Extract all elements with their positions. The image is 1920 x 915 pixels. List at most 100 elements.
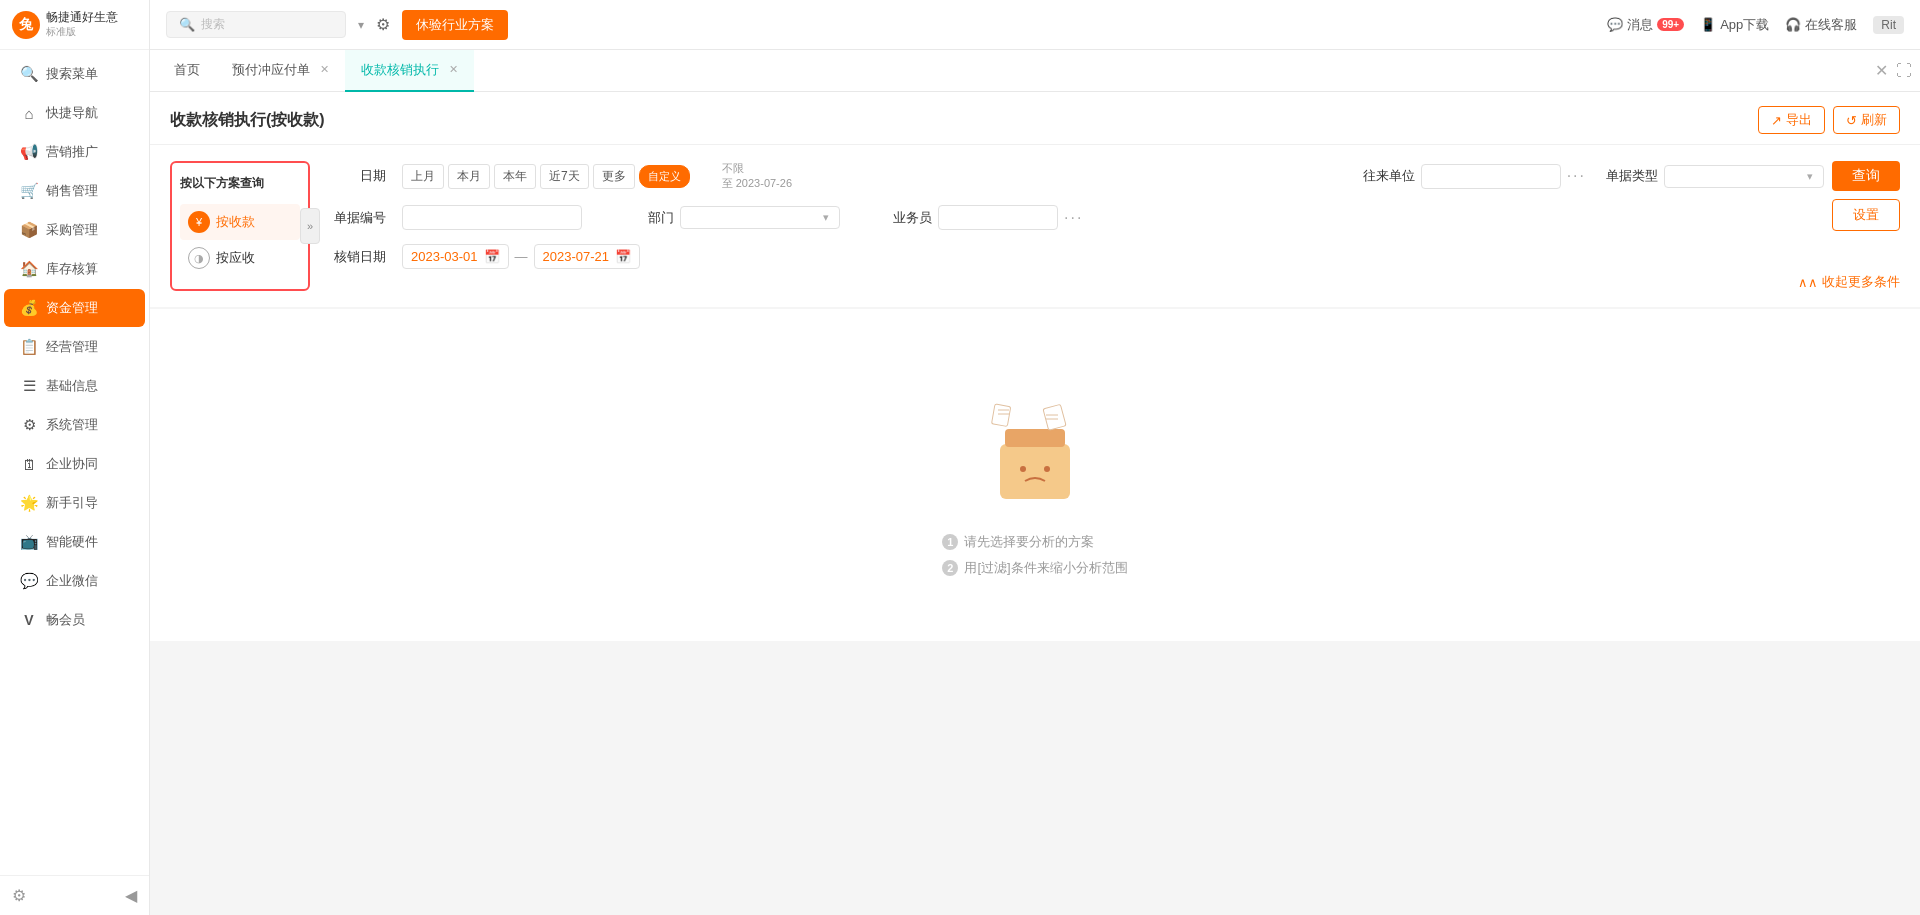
tab-prepay-label: 预付冲应付单 bbox=[232, 61, 310, 79]
collapse-more-button[interactable]: ∧∧ 收起更多条件 bbox=[1798, 273, 1900, 291]
sidebar-item-label: 企业协同 bbox=[46, 455, 98, 473]
sidebar-item-label: 系统管理 bbox=[46, 416, 98, 434]
empty-svg bbox=[975, 389, 1095, 509]
logo-icon: 兔 bbox=[12, 11, 40, 39]
topbar-search[interactable]: 🔍 搜索 bbox=[166, 11, 346, 38]
verify-date-end-value: 2023-07-21 bbox=[543, 249, 610, 264]
date-to-text: 至 2023-07-26 bbox=[722, 176, 792, 191]
main-area: 🔍 搜索 ▾ ⚙ 休验行业方案 💬 消息 99+ 📱 App下载 🎧 在线客服 … bbox=[150, 0, 1920, 915]
doc-type-label: 单据类型 bbox=[1598, 167, 1658, 185]
sidebar-item-system[interactable]: ⚙ 系统管理 bbox=[4, 406, 145, 444]
weixin-icon: 💬 bbox=[20, 572, 38, 590]
hint-2-text: 用[过滤]条件来缩小分析范围 bbox=[964, 555, 1127, 581]
more-date-btn[interactable]: 更多 bbox=[593, 164, 635, 189]
doc-no-label: 单据编号 bbox=[326, 209, 386, 227]
sidebar-item-quick-nav[interactable]: ⌂ 快捷导航 bbox=[4, 94, 145, 132]
topbar-gear-icon[interactable]: ⚙ bbox=[376, 15, 390, 34]
user-avatar[interactable]: Rit bbox=[1873, 16, 1904, 34]
sidebar-item-guide[interactable]: 🌟 新手引导 bbox=[4, 484, 145, 522]
sidebar-item-marketing[interactable]: 📢 营销推广 bbox=[4, 133, 145, 171]
logo-text-group: 畅捷通好生意 标准版 bbox=[46, 10, 118, 40]
date-label: 日期 bbox=[326, 167, 386, 185]
staff-ellipsis-icon[interactable]: ··· bbox=[1064, 209, 1083, 227]
tabs-bar: 首页 预付冲应付单 ✕ 收款核销执行 ✕ ✕ ⛶ bbox=[150, 50, 1920, 92]
last-month-btn[interactable]: 上月 bbox=[402, 164, 444, 189]
purchase-icon: 📦 bbox=[20, 221, 38, 239]
verify-date-start-value: 2023-03-01 bbox=[411, 249, 478, 264]
sidebar-item-finance[interactable]: 💰 资金管理 bbox=[4, 289, 145, 327]
tab-close-btn[interactable]: ✕ bbox=[1875, 61, 1888, 80]
sidebar-item-member[interactable]: V 畅会员 bbox=[4, 601, 145, 639]
sidebar-item-label: 快捷导航 bbox=[46, 104, 98, 122]
partner-ellipsis-icon[interactable]: ··· bbox=[1567, 167, 1586, 185]
by-receivable-label: 按应收 bbox=[216, 249, 255, 267]
tab-prepay[interactable]: 预付冲应付单 ✕ bbox=[216, 50, 345, 92]
svg-point-3 bbox=[1044, 466, 1050, 472]
dept-select[interactable]: ▾ bbox=[680, 206, 840, 229]
panel-collapse-btn[interactable]: » bbox=[300, 208, 320, 244]
collapse-sidebar-icon[interactable]: ◀ bbox=[125, 886, 137, 905]
tab-payment-verify-close-icon[interactable]: ✕ bbox=[449, 63, 458, 76]
export-button[interactable]: ↗ 导出 bbox=[1758, 106, 1825, 134]
tab-prepay-close-icon[interactable]: ✕ bbox=[320, 63, 329, 76]
sidebar-item-operations[interactable]: 📋 经营管理 bbox=[4, 328, 145, 366]
this-month-btn[interactable]: 本月 bbox=[448, 164, 490, 189]
date-separator: — bbox=[515, 249, 528, 264]
staff-input[interactable] bbox=[938, 205, 1058, 230]
sidebar-item-purchase[interactable]: 📦 采购管理 bbox=[4, 211, 145, 249]
query-button[interactable]: 查询 bbox=[1832, 161, 1900, 191]
filter-row-2: 单据编号 部门 ▾ 业务员 bbox=[326, 205, 1824, 230]
last-7days-btn[interactable]: 近7天 bbox=[540, 164, 589, 189]
sidebar-item-search[interactable]: 🔍 搜索菜单 bbox=[4, 55, 145, 93]
sidebar-item-inventory[interactable]: 🏠 库存核算 bbox=[4, 250, 145, 288]
filter-option-by-payment[interactable]: ¥ 按收款 bbox=[180, 204, 300, 240]
filter-action-buttons: 查询 设置 bbox=[1832, 161, 1900, 269]
industry-solution-button[interactable]: 休验行业方案 bbox=[402, 10, 508, 40]
page-content: 收款核销执行(按收款) ↗ 导出 ↺ 刷新 按以下方案查询 ¥ 按收款 bbox=[150, 92, 1920, 915]
sidebar-item-basic-info[interactable]: ☰ 基础信息 bbox=[4, 367, 145, 405]
app-download-btn[interactable]: 📱 App下载 bbox=[1700, 16, 1769, 34]
tab-fullscreen-btn[interactable]: ⛶ bbox=[1896, 62, 1912, 80]
tab-payment-verify[interactable]: 收款核销执行 ✕ bbox=[345, 50, 474, 92]
partner-input[interactable] bbox=[1421, 164, 1561, 189]
search-menu-icon: 🔍 bbox=[20, 65, 38, 83]
sidebar-item-label: 智能硬件 bbox=[46, 533, 98, 551]
svg-point-2 bbox=[1020, 466, 1026, 472]
topbar-dropdown-icon[interactable]: ▾ bbox=[358, 18, 364, 32]
sidebar-item-weixin[interactable]: 💬 企业微信 bbox=[4, 562, 145, 600]
sidebar: 兔 畅捷通好生意 标准版 🔍 搜索菜单 ⌂ 快捷导航 📢 营销推广 🛒 销售管理… bbox=[0, 0, 150, 915]
message-label: 消息 bbox=[1627, 16, 1653, 34]
system-icon: ⚙ bbox=[20, 416, 38, 434]
settings-button[interactable]: 设置 bbox=[1832, 199, 1900, 231]
message-btn[interactable]: 💬 消息 99+ bbox=[1607, 16, 1684, 34]
online-service-btn[interactable]: 🎧 在线客服 bbox=[1785, 16, 1857, 34]
settings-footer-icon[interactable]: ⚙ bbox=[12, 886, 26, 905]
doc-type-select[interactable]: ▾ bbox=[1664, 165, 1824, 188]
export-label: 导出 bbox=[1786, 111, 1812, 129]
sidebar-item-label: 搜索菜单 bbox=[46, 65, 98, 83]
sidebar-item-sales[interactable]: 🛒 销售管理 bbox=[4, 172, 145, 210]
sales-icon: 🛒 bbox=[20, 182, 38, 200]
logo-badge: 标准版 bbox=[46, 25, 118, 39]
page-header-actions: ↗ 导出 ↺ 刷新 bbox=[1758, 106, 1900, 134]
calendar-end-icon: 📅 bbox=[615, 249, 631, 264]
this-year-btn[interactable]: 本年 bbox=[494, 164, 536, 189]
search-text: 搜索 bbox=[201, 16, 225, 33]
doc-no-input[interactable] bbox=[402, 205, 582, 230]
svg-rect-0 bbox=[1000, 444, 1070, 499]
filter-option-by-receivable[interactable]: ◑ 按应收 bbox=[180, 240, 300, 276]
tab-home[interactable]: 首页 bbox=[158, 50, 216, 92]
sidebar-item-collaboration[interactable]: 🗓 企业协同 bbox=[4, 445, 145, 483]
tabs-controls: ✕ ⛶ bbox=[1875, 61, 1920, 80]
custom-date-btn[interactable]: 自定义 bbox=[639, 165, 690, 188]
logo-name: 畅捷通好生意 bbox=[46, 10, 118, 26]
chevron-down-icon: ▾ bbox=[1807, 170, 1813, 183]
dept-chevron-icon: ▾ bbox=[823, 211, 829, 224]
filter-area: 按以下方案查询 ¥ 按收款 ◑ 按应收 » bbox=[150, 145, 1920, 307]
sidebar-menu: 🔍 搜索菜单 ⌂ 快捷导航 📢 营销推广 🛒 销售管理 📦 采购管理 🏠 库存核… bbox=[0, 50, 149, 875]
verify-date-end-field[interactable]: 2023-07-21 📅 bbox=[534, 244, 641, 269]
staff-label: 业务员 bbox=[872, 209, 932, 227]
refresh-button[interactable]: ↺ 刷新 bbox=[1833, 106, 1900, 134]
sidebar-item-hardware[interactable]: 📺 智能硬件 bbox=[4, 523, 145, 561]
verify-date-start-field[interactable]: 2023-03-01 📅 bbox=[402, 244, 509, 269]
